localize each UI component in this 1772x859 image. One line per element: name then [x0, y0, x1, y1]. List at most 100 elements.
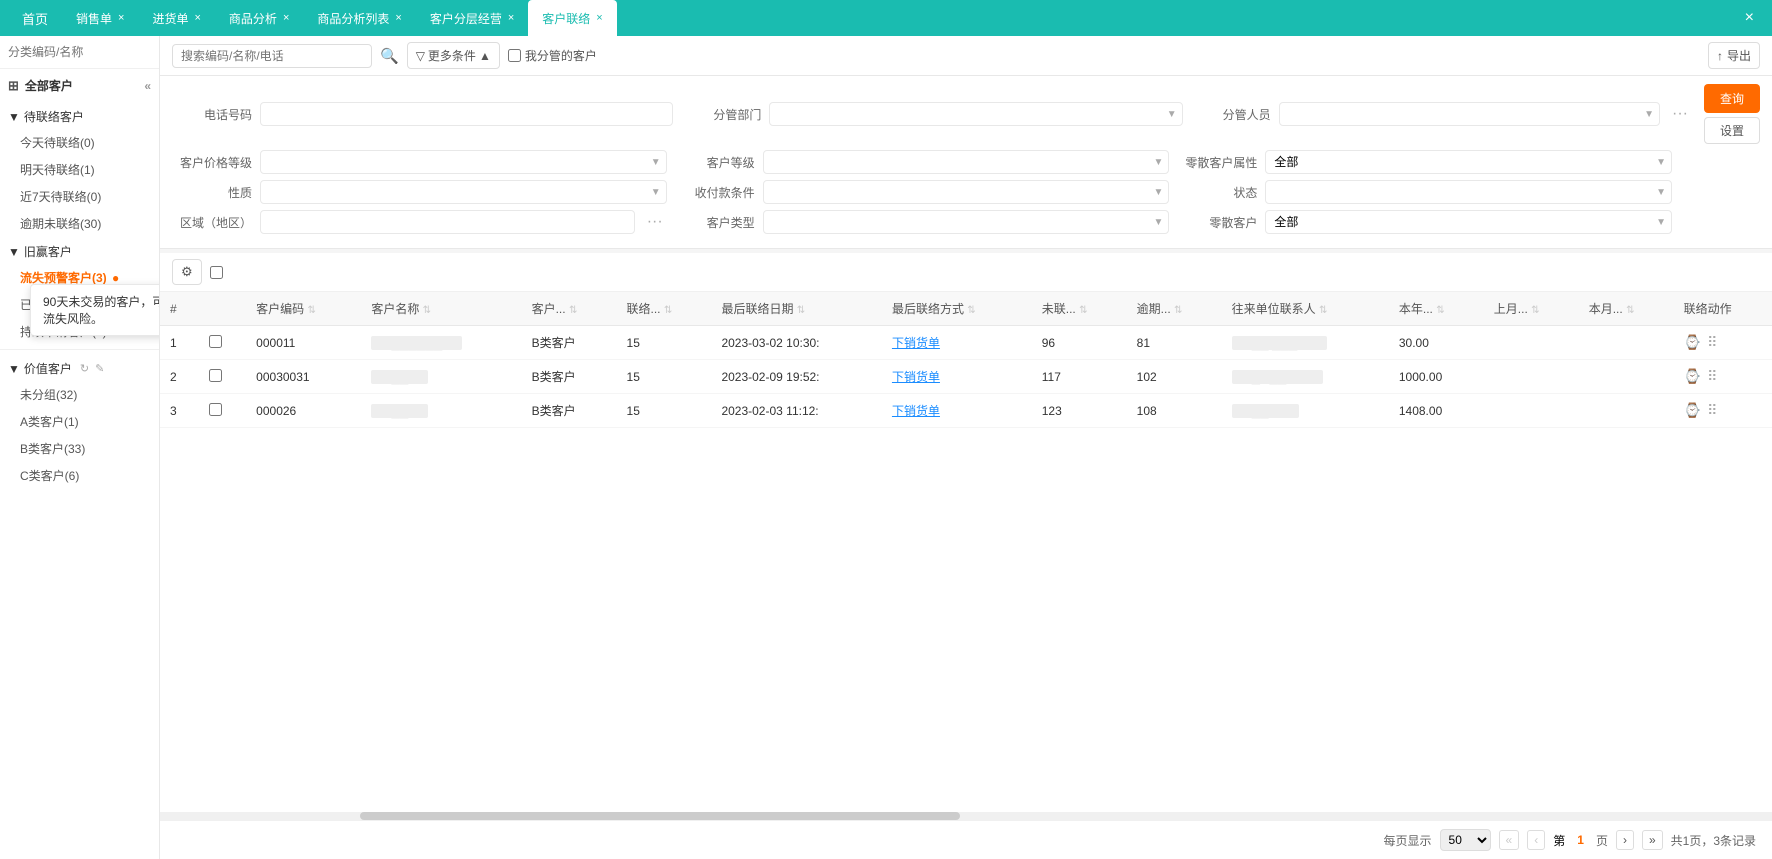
my-customers-toggle[interactable]: 我分管的客户 [508, 47, 597, 64]
lcd-sort-icon[interactable]: ⇅ [797, 305, 805, 316]
sidebar-item-ungroup[interactable]: 未分组(32) [0, 381, 159, 408]
nav-home[interactable]: 首页 [8, 0, 62, 36]
sidebar-all-customers[interactable]: ⊞ 全部客户 « [0, 69, 159, 102]
cell-last-contact-way[interactable]: 下销货单 [882, 326, 1032, 360]
sidebar-item-today[interactable]: 今天待联络(0) [0, 129, 159, 156]
sidebar-item-a-class[interactable]: A类客户(1) [0, 408, 159, 435]
uncontact-sort-icon[interactable]: ⇅ [1079, 305, 1087, 316]
filter-select-price-level[interactable] [260, 150, 667, 174]
action-contact-icon[interactable]: ⌚ [1684, 402, 1701, 419]
valued-edit-icon[interactable]: ✎ [95, 362, 104, 375]
horizontal-scrollbar[interactable] [160, 812, 1772, 820]
uc-sort-icon[interactable]: ⇅ [1319, 305, 1327, 316]
tm-sort-icon[interactable]: ⇅ [1626, 305, 1634, 316]
last-page-btn[interactable]: » [1642, 830, 1663, 850]
sidebar-item-tomorrow[interactable]: 明天待联络(1) [0, 156, 159, 183]
query-btn[interactable]: 查询 [1704, 84, 1760, 113]
lcw-sort-icon[interactable]: ⇅ [967, 305, 975, 316]
sidebar-group-pending[interactable]: ▼ 待联络客户 [0, 102, 159, 129]
nav-tab-customer-link-close[interactable]: × [596, 12, 602, 24]
cell-last-contact-way[interactable]: 下销货单 [882, 394, 1032, 428]
sidebar-group-valued[interactable]: ▼ 价值客户 ↻ ✎ [0, 354, 159, 381]
nav-tab-goods-list-close[interactable]: × [395, 12, 401, 24]
my-customers-checkbox[interactable] [508, 49, 521, 62]
cell-last-month [1484, 394, 1579, 428]
row-checkbox-0[interactable] [209, 335, 222, 348]
grid-icon: ⊞ [8, 78, 19, 94]
nav-tab-sales[interactable]: 销售单 × [62, 0, 138, 36]
prev-page-btn[interactable]: ‹ [1527, 830, 1545, 850]
sidebar-group-lost[interactable]: ▼ 旧赢客户 [0, 237, 159, 264]
first-page-btn[interactable]: « [1499, 830, 1520, 850]
action-more-icon[interactable]: ⠿ [1707, 334, 1717, 351]
sidebar-item-overdue[interactable]: 逾期未联络(30) [0, 210, 159, 237]
cell-index: 1 [160, 326, 199, 360]
filter-input-region[interactable] [260, 210, 635, 234]
nav-tab-customer-tier-close[interactable]: × [508, 12, 514, 24]
table-settings-btn[interactable]: ⚙ [172, 259, 202, 285]
sidebar-search-input[interactable] [8, 45, 160, 59]
last-contact-way-link[interactable]: 下销货单 [892, 404, 940, 418]
region-more-btn[interactable]: ··· [643, 213, 667, 231]
nav-tab-purchase[interactable]: 进货单 × [138, 0, 214, 36]
nav-tab-customer-tier[interactable]: 客户分层经营 × [416, 0, 528, 36]
filter-select-zerou-cust[interactable]: 全部 [1265, 210, 1672, 234]
cell-checkbox[interactable] [199, 360, 247, 394]
arrow-lost-icon: ▼ [8, 245, 20, 259]
col-name: 客户名称 ⇅ [361, 292, 521, 326]
filter-search-input[interactable] [172, 44, 372, 68]
last-contact-way-link[interactable]: 下销货单 [892, 370, 940, 384]
nav-tab-goods-list[interactable]: 商品分析列表 × [303, 0, 415, 36]
action-more-icon[interactable]: ⠿ [1707, 402, 1717, 419]
type-sort-icon[interactable]: ⇅ [569, 305, 577, 316]
sidebar-collapse-btn[interactable]: « [144, 79, 151, 93]
select-all-checkbox[interactable] [210, 266, 223, 279]
sidebar-item-c-class[interactable]: C类客户(6) [0, 462, 159, 489]
more-conditions-btn[interactable]: ▽ 更多条件 ▲ [407, 42, 500, 69]
scrollbar-thumb[interactable] [360, 812, 960, 820]
filter-select-status[interactable] [1265, 180, 1672, 204]
filter-select-cust-type[interactable] [763, 210, 1170, 234]
sidebar-item-b-class[interactable]: B类客户(33) [0, 435, 159, 462]
action-contact-icon[interactable]: ⌚ [1684, 368, 1701, 385]
sidebar-item-7days[interactable]: 近7天待联络(0) [0, 183, 159, 210]
last-contact-way-link[interactable]: 下销货单 [892, 336, 940, 350]
filter-select-person[interactable] [1279, 102, 1660, 126]
cell-checkbox[interactable] [199, 326, 247, 360]
nav-tab-sales-close[interactable]: × [118, 12, 124, 24]
close-window-btn[interactable]: × [1735, 9, 1764, 27]
person-more-btn[interactable]: ··· [1668, 105, 1692, 123]
filter-select-level[interactable] [763, 150, 1170, 174]
row-checkbox-1[interactable] [209, 369, 222, 382]
ty-sort-icon[interactable]: ⇅ [1436, 305, 1444, 316]
cell-contact: 15 [617, 394, 712, 428]
filter-select-dept[interactable] [769, 102, 1182, 126]
action-more-icon[interactable]: ⠿ [1707, 368, 1717, 385]
valued-refresh-icon[interactable]: ↻ [80, 362, 89, 375]
cell-checkbox[interactable] [199, 394, 247, 428]
name-sort-icon[interactable]: ⇅ [423, 305, 431, 316]
filter-select-payment[interactable] [763, 180, 1170, 204]
nav-tab-customer-link[interactable]: 客户联络 × [528, 0, 616, 36]
filter-search-btn[interactable]: 🔍 [380, 47, 399, 65]
row-checkbox-2[interactable] [209, 403, 222, 416]
filter-input-phone[interactable] [260, 102, 673, 126]
action-contact-icon[interactable]: ⌚ [1684, 334, 1701, 351]
cell-actions: ⌚ ⠿ [1674, 394, 1772, 428]
contact-sort-icon[interactable]: ⇅ [664, 305, 672, 316]
nav-tab-purchase-close[interactable]: × [194, 12, 200, 24]
export-icon: ↑ [1717, 49, 1723, 63]
filter-select-gender[interactable] [260, 180, 667, 204]
nav-tab-goods-analysis-close[interactable]: × [283, 12, 289, 24]
lm-sort-icon[interactable]: ⇅ [1531, 305, 1539, 316]
filter-select-zerou-attr[interactable]: 全部 [1265, 150, 1672, 174]
export-btn[interactable]: ↑ 导出 [1708, 42, 1760, 69]
overdue-sort-icon[interactable]: ⇅ [1174, 305, 1182, 316]
settings-btn[interactable]: 设置 [1704, 117, 1760, 144]
next-page-btn[interactable]: › [1616, 830, 1634, 850]
nav-tab-sales-label: 销售单 [76, 10, 112, 27]
nav-tab-goods-analysis[interactable]: 商品分析 × [215, 0, 303, 36]
cell-last-contact-way[interactable]: 下销货单 [882, 360, 1032, 394]
page-size-select[interactable]: 50 100 [1440, 829, 1491, 851]
code-sort-icon[interactable]: ⇅ [308, 305, 316, 316]
